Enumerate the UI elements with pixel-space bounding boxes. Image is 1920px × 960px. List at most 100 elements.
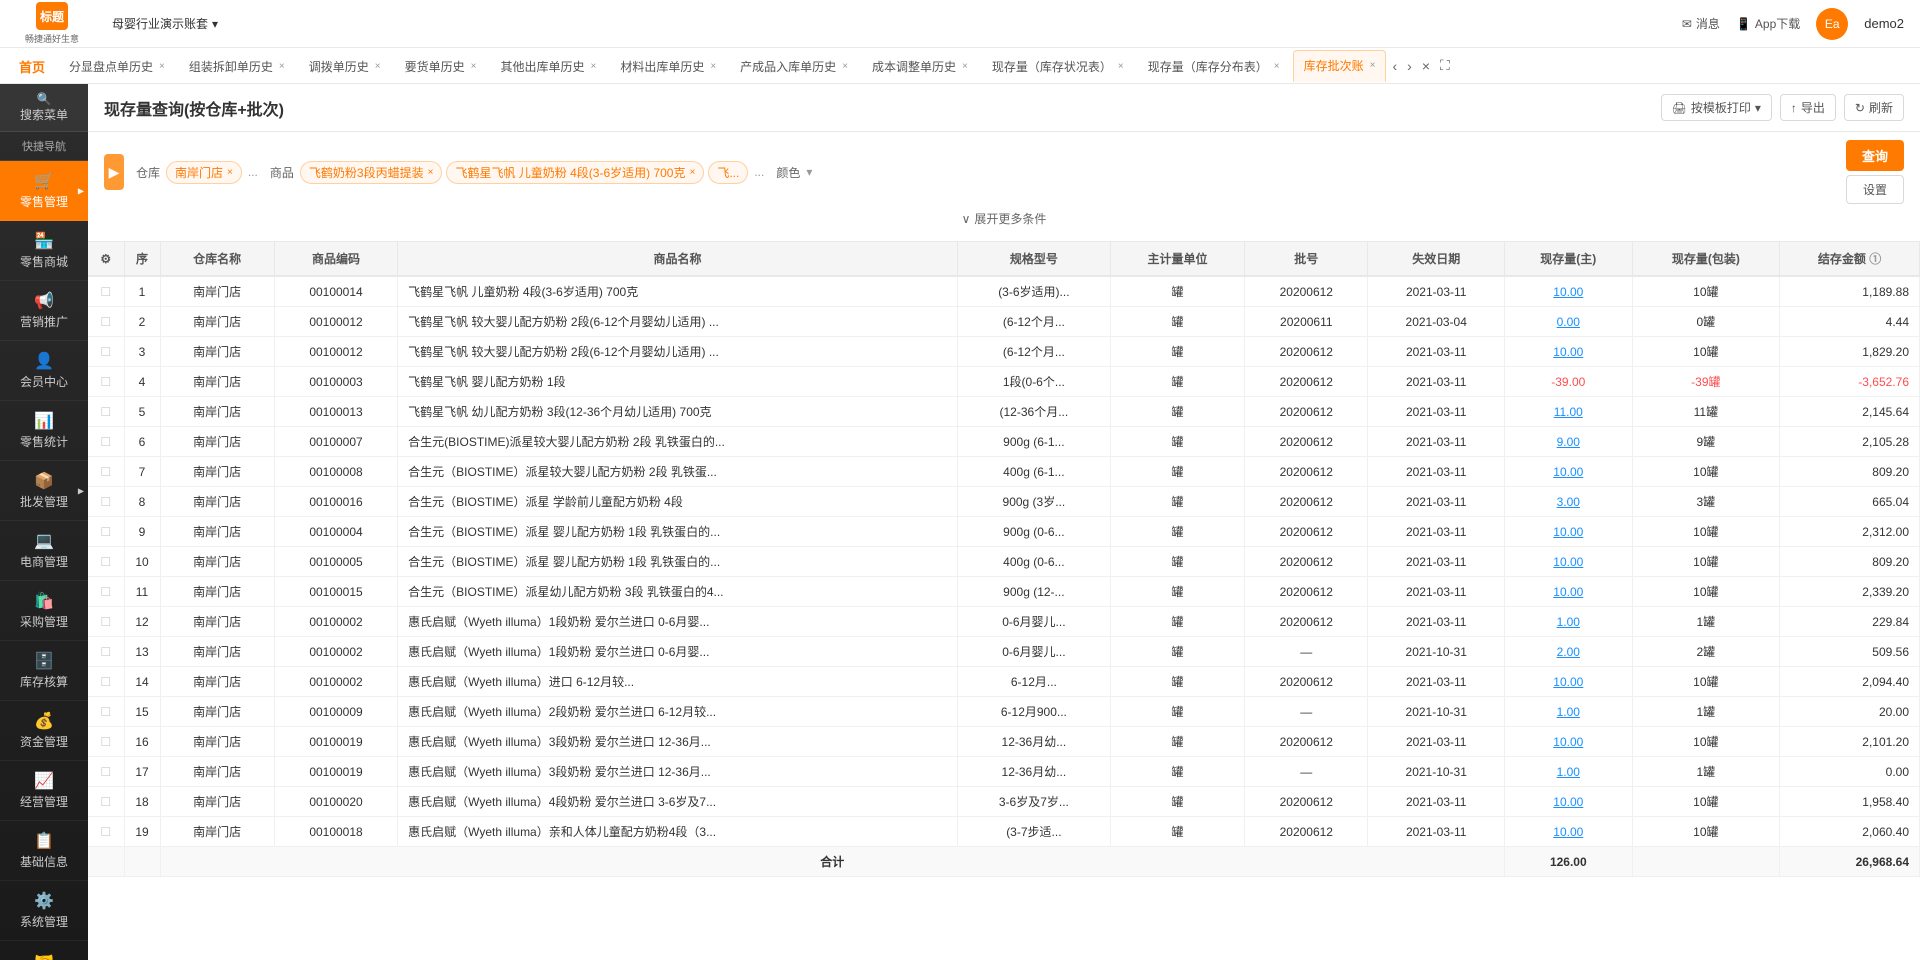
row-stock-main-6[interactable]: 10.00 [1504,457,1632,487]
row-settings-10[interactable]: ☐ [88,577,124,607]
row-stock-main-9[interactable]: 10.00 [1504,547,1632,577]
tab-cunliang1[interactable]: 现存量（库存状况表） × [981,50,1135,82]
message-button[interactable]: ✉ 消息 [1682,15,1720,32]
row-settings-16[interactable]: ☐ [88,757,124,787]
warehouse-tag-close[interactable]: × [227,167,233,178]
row-settings-6[interactable]: ☐ [88,457,124,487]
sidebar-item-retail-stats[interactable]: 📊 零售统计 [0,401,88,461]
row-stock-main-1[interactable]: 0.00 [1504,307,1632,337]
row-stock-main-16[interactable]: 1.00 [1504,757,1632,787]
expand-filter-button[interactable]: ▶ [104,154,124,190]
row-stock-main-13[interactable]: 10.00 [1504,667,1632,697]
row-settings-8[interactable]: ☐ [88,517,124,547]
sidebar-quick-nav[interactable]: 快捷导航 [0,132,88,161]
query-button[interactable]: 查询 [1846,140,1904,171]
tab-close-cunliang1[interactable]: × [1118,61,1124,72]
industry-selector[interactable]: 母婴行业演示账套 ▾ [104,11,226,36]
settings-gear-icon[interactable]: ⚙ [100,252,111,266]
row-settings-11[interactable]: ☐ [88,607,124,637]
tab-qita[interactable]: 其他出库单历史 × [489,50,607,82]
tab-chengpin[interactable]: 产成品入库单历史 × [729,50,859,82]
row-settings-3[interactable]: ☐ [88,367,124,397]
row-stock-main-0[interactable]: 10.00 [1504,276,1632,307]
row-settings-4[interactable]: ☐ [88,397,124,427]
sidebar-item-wholesale-mgmt[interactable]: 📦 批发管理 ▶ [0,461,88,521]
sidebar-item-retail-mgmt[interactable]: 🛒 零售管理 ▶ [0,161,88,221]
tab-cailiao[interactable]: 材料出库单历史 × [609,50,727,82]
row-stock-main-10[interactable]: 10.00 [1504,577,1632,607]
row-stock-main-4[interactable]: 11.00 [1504,397,1632,427]
row-settings-15[interactable]: ☐ [88,727,124,757]
row-stock-main-14[interactable]: 1.00 [1504,697,1632,727]
row-stock-main-12[interactable]: 2.00 [1504,637,1632,667]
settings-button[interactable]: 设置 [1846,175,1904,204]
row-stock-main-15[interactable]: 10.00 [1504,727,1632,757]
tab-batch[interactable]: 库存批次账 × [1293,50,1387,82]
tab-close-qita[interactable]: × [590,61,596,72]
tab-close-all-button[interactable]: × [1418,58,1434,74]
user-name[interactable]: demo2 [1864,16,1904,31]
sidebar-item-purchase-mgmt[interactable]: 🛍️ 采购管理 [0,581,88,641]
color-filter-dropdown[interactable]: ▾ [806,165,812,179]
sidebar-item-operations-mgmt[interactable]: 📈 经营管理 [0,761,88,821]
sidebar-item-marketing[interactable]: 📢 营销推广 [0,281,88,341]
row-settings-18[interactable]: ☐ [88,817,124,847]
row-stock-main-3[interactable]: -39.00 [1504,367,1632,397]
tab-zuzhuan[interactable]: 组装拆卸单历史 × [178,50,296,82]
goods-filter-more[interactable]: ... [754,165,764,179]
row-stock-main-18[interactable]: 10.00 [1504,817,1632,847]
tab-close-cailiao[interactable]: × [710,61,716,72]
tab-chenben[interactable]: 成本调整单历史 × [861,50,979,82]
export-button[interactable]: ↑ 导出 [1780,94,1836,121]
expand-more-filters[interactable]: ∨ 展开更多条件 [104,204,1904,233]
template-print-button[interactable]: 🖨 按模板打印 ▾ [1661,94,1772,121]
row-settings-1[interactable]: ☐ [88,307,124,337]
tab-close-chengpin[interactable]: × [842,61,848,72]
row-settings-12[interactable]: ☐ [88,637,124,667]
tab-close-batch[interactable]: × [1370,60,1376,71]
tab-next-button[interactable]: › [1403,58,1416,74]
goods-tag-more[interactable]: 飞... [708,161,748,184]
info-icon[interactable]: ① [1869,252,1881,266]
sidebar-item-inventory-check[interactable]: 🗄️ 库存核算 [0,641,88,701]
tab-diaobo[interactable]: 调拨单历史 × [298,50,392,82]
row-stock-main-8[interactable]: 10.00 [1504,517,1632,547]
goods-tag-0[interactable]: 飞鹤奶粉3段丙蜡提装 × [300,161,443,184]
tab-close-zuzhuan[interactable]: × [279,61,285,72]
sidebar-item-retail-shop[interactable]: 🏪 零售商城 [0,221,88,281]
row-settings-13[interactable]: ☐ [88,667,124,697]
row-stock-main-2[interactable]: 10.00 [1504,337,1632,367]
tab-close-fenxian[interactable]: × [159,61,165,72]
row-settings-2[interactable]: ☐ [88,337,124,367]
sidebar-item-ecommerce-mgmt[interactable]: 💻 电商管理 [0,521,88,581]
tab-cunliang2[interactable]: 现存量（库存分布表） × [1137,50,1291,82]
tab-maximize-button[interactable]: ⛶ [1436,57,1454,74]
tab-home[interactable]: 首页 [8,50,56,82]
tab-close-chenben[interactable]: × [962,61,968,72]
row-settings-14[interactable]: ☐ [88,697,124,727]
warehouse-filter-more[interactable]: ... [248,165,258,179]
row-stock-main-11[interactable]: 1.00 [1504,607,1632,637]
tab-close-cunliang2[interactable]: × [1274,61,1280,72]
tab-yaohuo[interactable]: 要货单历史 × [394,50,488,82]
refresh-button[interactable]: ↻ 刷新 [1844,94,1904,121]
sidebar-item-system-mgmt[interactable]: ⚙️ 系统管理 [0,881,88,941]
row-stock-main-17[interactable]: 10.00 [1504,787,1632,817]
sidebar-item-finance-mgmt[interactable]: 💰 资金管理 [0,701,88,761]
sidebar-item-enterprise-collab[interactable]: 🤝 企业协同 [0,941,88,960]
goods-tag-0-close[interactable]: × [428,167,434,178]
app-download-button[interactable]: 📱 App下载 [1736,15,1800,32]
warehouse-tag[interactable]: 南岸门店 × [166,161,242,184]
tab-prev-button[interactable]: ‹ [1388,58,1401,74]
row-stock-main-5[interactable]: 9.00 [1504,427,1632,457]
col-settings[interactable]: ⚙ [88,242,124,276]
sidebar-search[interactable]: 🔍 搜索菜单 [0,84,88,132]
tab-close-yaohuo[interactable]: × [471,61,477,72]
goods-tag-1-close[interactable]: × [689,167,695,178]
row-settings-9[interactable]: ☐ [88,547,124,577]
row-stock-main-7[interactable]: 3.00 [1504,487,1632,517]
row-settings-5[interactable]: ☐ [88,427,124,457]
sidebar-item-basic-info[interactable]: 📋 基础信息 [0,821,88,881]
row-settings-17[interactable]: ☐ [88,787,124,817]
goods-tag-1[interactable]: 飞鹤星飞帆 儿童奶粉 4段(3-6岁适用) 700克 × [446,161,704,184]
